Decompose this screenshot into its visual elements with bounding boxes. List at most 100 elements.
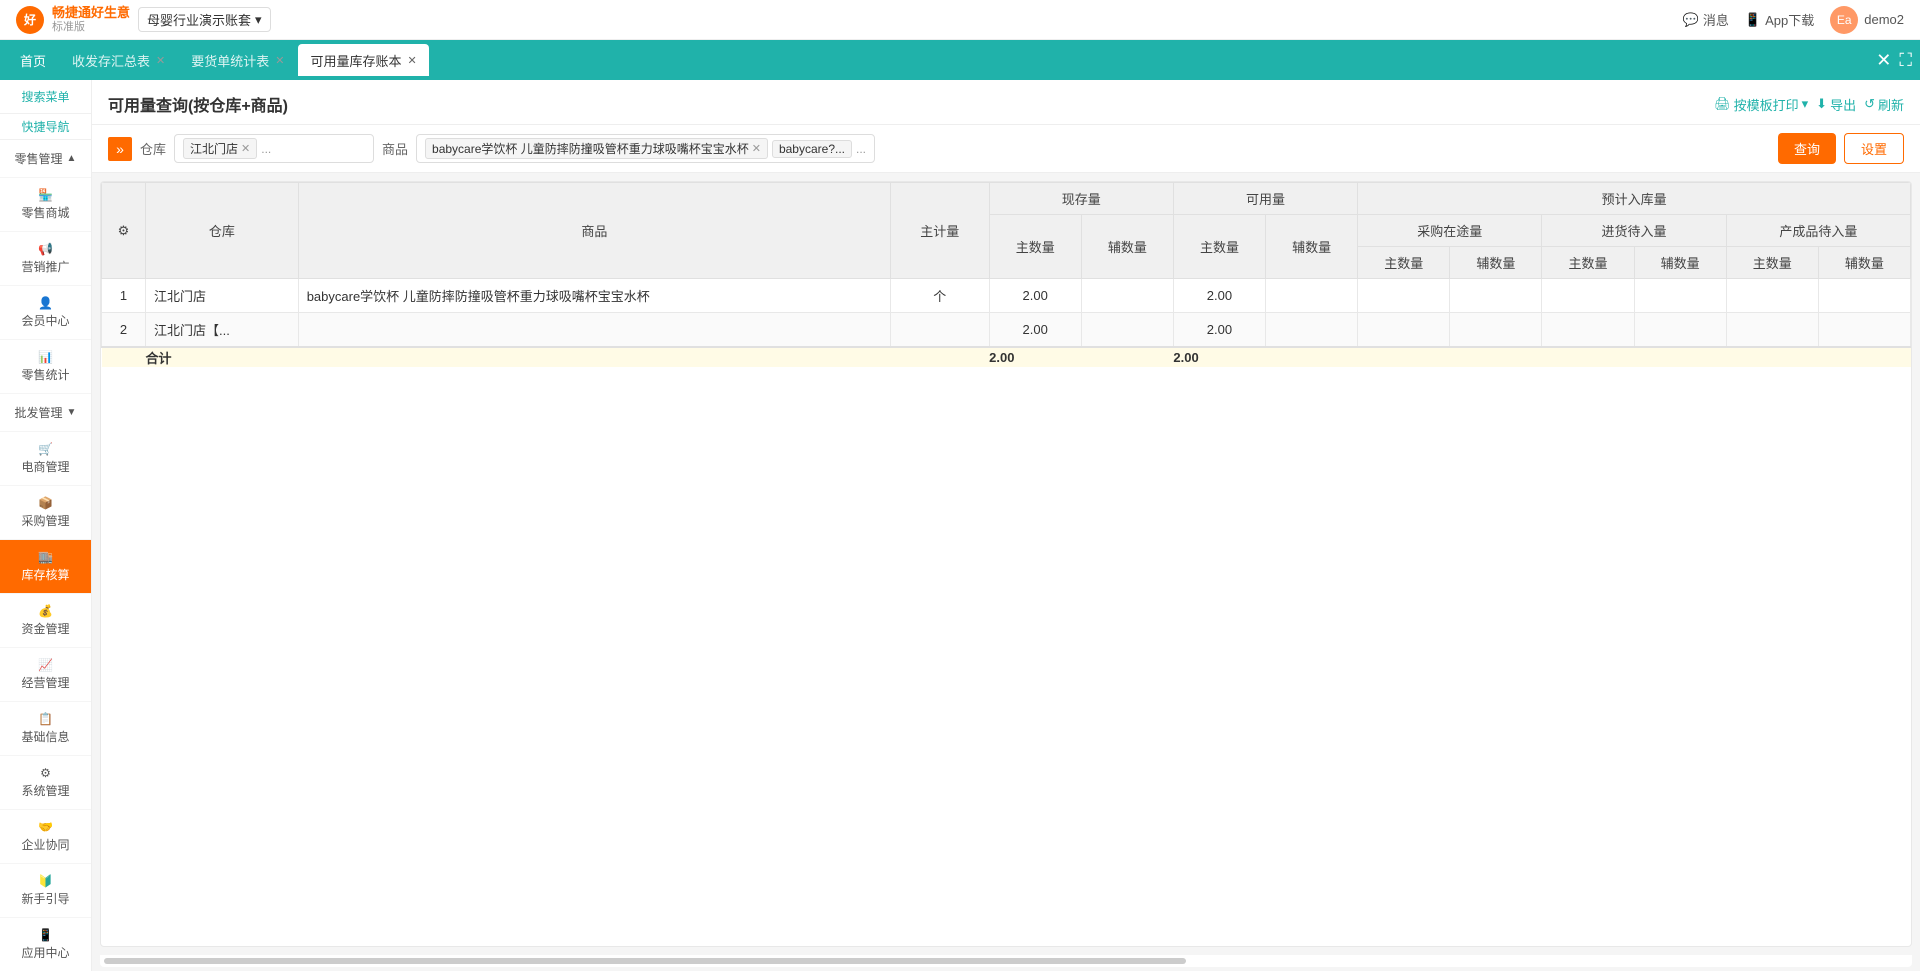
footer-empty2 [298, 347, 890, 367]
footer-inc-main [1542, 347, 1634, 367]
warehouse-filter-label: 仓库 [140, 139, 166, 158]
product-filter-label: 商品 [382, 139, 408, 158]
export-icon: ⬇ [1816, 96, 1827, 112]
retail-mgmt-label: 零售管理 [15, 150, 63, 167]
th-unit: 主计量 [890, 183, 989, 279]
filter-actions: 查询 设置 [1778, 133, 1904, 164]
tab-order-summary[interactable]: 要货单统计表 ✕ [179, 44, 296, 76]
print-btn[interactable]: 🖨 按模板打印 ▾ [1714, 95, 1808, 114]
logo-subtitle: 标准版 [52, 21, 130, 34]
sidebar-item-marketing[interactable]: 📢 营销推广 [0, 232, 91, 286]
page-actions: 🖨 按模板打印 ▾ ⬇ 导出 ↺ 刷新 [1714, 95, 1904, 114]
th-settings[interactable]: ⚙ [102, 183, 146, 279]
query-btn[interactable]: 查询 [1778, 133, 1836, 164]
tab-available-stock[interactable]: 可用量库存账本 ✕ [298, 44, 428, 76]
sys-icon: ⚙ [40, 766, 51, 780]
tab-home[interactable]: 首页 [8, 44, 58, 76]
cell-warehouse: 江北门店 [146, 279, 299, 313]
enterprise-icon: 🤝 [38, 820, 53, 834]
sidebar-item-retail-mgmt[interactable]: 零售管理 ▲ [0, 140, 91, 178]
sidebar-item-finance[interactable]: 💰 资金管理 [0, 594, 91, 648]
print-icon: 🖨 [1714, 96, 1731, 112]
cell-avail-main: 2.00 [1173, 313, 1265, 348]
th-warehouse: 仓库 [146, 183, 299, 279]
sidebar-item-member-center[interactable]: 👤 会员中心 [0, 286, 91, 340]
expand-filter-btn[interactable]: » [108, 137, 132, 161]
th-product: 商品 [298, 183, 890, 279]
home-tab-label: 首页 [20, 51, 46, 70]
cell-pur-aux [1450, 279, 1542, 313]
industry-select[interactable]: 母婴行业演示账套 ▾ [138, 7, 271, 32]
cell-unit: 个 [890, 279, 989, 313]
sidebar-item-retail-stats[interactable]: 📊 零售统计 [0, 340, 91, 394]
page-title: 可用量查询(按仓库+商品) [108, 92, 288, 116]
product-tag-2[interactable]: babycare?... [772, 140, 852, 158]
setting-btn[interactable]: 设置 [1844, 133, 1904, 164]
app-center-icon: 📱 [38, 928, 53, 942]
cell-inc-aux [1634, 313, 1726, 348]
sidebar-item-sys-mgmt[interactable]: ⚙ 系统管理 [0, 756, 91, 810]
cell-unit [890, 313, 989, 348]
cell-fin-main [1726, 279, 1818, 313]
product-more[interactable]: ... [856, 142, 866, 156]
product-tag-1[interactable]: babycare学饮杯 儿童防摔防撞吸管杯重力球吸嘴杯宝宝水杯 ✕ [425, 138, 768, 159]
tab-receive-close[interactable]: ✕ [156, 54, 165, 67]
app-download-btn[interactable]: 📱 App下载 [1745, 10, 1814, 29]
warehouse-more[interactable]: ... [261, 142, 271, 156]
warehouse-tag-remove[interactable]: ✕ [241, 142, 250, 155]
finance-icon: 💰 [38, 604, 53, 618]
message-btn[interactable]: 💬 消息 [1683, 10, 1729, 29]
username-label: demo2 [1864, 12, 1904, 27]
footer-avail-main: 2.00 [1173, 347, 1265, 367]
warehouse-tag[interactable]: 江北门店 ✕ [183, 138, 257, 159]
sidebar-quick-nav[interactable]: 快捷导航 [0, 114, 91, 140]
horizontal-scrollbar[interactable] [104, 958, 1186, 964]
th-stock-main: 主数量 [989, 215, 1081, 279]
wholesale-arrow: ▼ [67, 407, 77, 418]
cell-warehouse: 江北门店【... [146, 313, 299, 348]
data-table: ⚙ 仓库 商品 主计量 现存量 可用量 预计入库量 主数量 辅数量 主数量 辅数… [101, 182, 1911, 367]
close-tab-icon[interactable]: ✕ [1876, 50, 1891, 71]
sidebar-item-ops-mgmt[interactable]: 📈 经营管理 [0, 648, 91, 702]
sidebar-item-app-center[interactable]: 📱 应用中心 [0, 918, 91, 971]
refresh-btn[interactable]: ↺ 刷新 [1864, 95, 1904, 114]
cell-fin-aux [1818, 279, 1910, 313]
cell-stock-main: 2.00 [989, 313, 1081, 348]
cell-pur-aux [1450, 313, 1542, 348]
th-pur-transit-group: 采购在途量 [1358, 215, 1542, 247]
sidebar-item-wholesale-mgmt[interactable]: 批发管理 ▼ [0, 394, 91, 432]
tab-order-close[interactable]: ✕ [275, 54, 284, 67]
top-bar-right: 💬 消息 📱 App下载 Ea demo2 [1683, 6, 1904, 34]
product-tag1-remove[interactable]: ✕ [752, 142, 761, 155]
tab-receive-summary[interactable]: 收发存汇总表 ✕ [60, 44, 177, 76]
basic-info-icon: 📋 [38, 712, 53, 726]
footer-avail-aux [1266, 347, 1358, 367]
th-stock-group: 现存量 [989, 183, 1173, 215]
cell-inc-main [1542, 313, 1634, 348]
retail-mall-icon: 🏪 [38, 188, 53, 202]
guide-icon: 🔰 [38, 874, 53, 888]
tab-available-close[interactable]: ✕ [408, 54, 417, 67]
footer-pur-main [1358, 347, 1450, 367]
sidebar-item-ecommerce[interactable]: 🛒 电商管理 [0, 432, 91, 486]
expand-tab-icon[interactable]: ⛶ [1899, 50, 1912, 71]
sidebar-item-basic-info[interactable]: 📋 基础信息 [0, 702, 91, 756]
cell-avail-aux [1266, 279, 1358, 313]
tab-order-label: 要货单统计表 [191, 51, 269, 70]
warehouse-tag-box[interactable]: 江北门店 ✕ ... [174, 134, 374, 163]
top-bar: 好 畅捷通好生意 标准版 母婴行业演示账套 ▾ 💬 消息 📱 App下载 Ea … [0, 0, 1920, 40]
user-profile[interactable]: Ea demo2 [1830, 6, 1904, 34]
sidebar-search[interactable]: 搜索菜单 [0, 80, 91, 114]
footer-stock-main: 2.00 [989, 347, 1081, 367]
sidebar-item-inventory[interactable]: 🏬 库存核算 [0, 540, 91, 594]
tab-bar: 首页 收发存汇总表 ✕ 要货单统计表 ✕ 可用量库存账本 ✕ ✕ ⛶ [0, 40, 1920, 80]
footer-empty3 [890, 347, 989, 367]
th-finished-main: 主数量 [1726, 247, 1818, 279]
sidebar-item-purchase-mgmt[interactable]: 📦 采购管理 [0, 486, 91, 540]
export-btn[interactable]: ⬇ 导出 [1816, 95, 1856, 114]
sidebar-item-retail-mall[interactable]: 🏪 零售商城 [0, 178, 91, 232]
product-tag-box[interactable]: babycare学饮杯 儿童防摔防撞吸管杯重力球吸嘴杯宝宝水杯 ✕ babyca… [416, 134, 875, 163]
sidebar-item-enterprise-coop[interactable]: 🤝 企业协同 [0, 810, 91, 864]
sidebar-item-new-guide[interactable]: 🔰 新手引导 [0, 864, 91, 918]
cell-fin-main [1726, 313, 1818, 348]
